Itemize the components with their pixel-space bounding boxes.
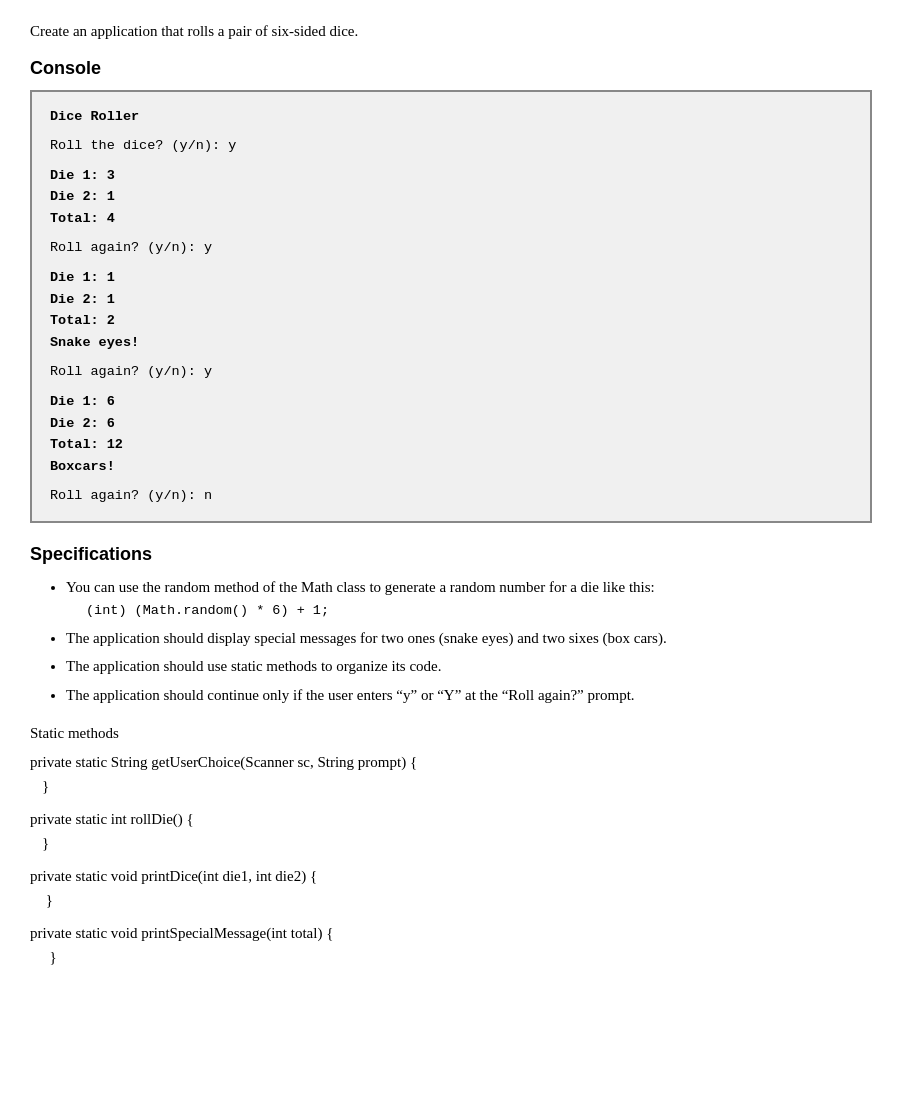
spec-item-2: The application should display special m…	[66, 627, 872, 650]
console-line-title: Dice Roller	[50, 106, 852, 128]
spec-item-1-text: You can use the random method of the Mat…	[66, 579, 655, 595]
spec-item-4: The application should continue only if …	[66, 684, 872, 707]
spec-item-4-text: The application should continue only if …	[66, 687, 635, 703]
intro-text: Create an application that rolls a pair …	[30, 20, 872, 43]
console-line-die1-r2: Die 1: 1	[50, 267, 852, 289]
console-line-total-r2: Total: 2	[50, 310, 852, 332]
static-methods-section: Static methods private static String get…	[30, 722, 872, 969]
console-box: Dice Roller Roll the dice? (y/n): y Die …	[30, 90, 872, 524]
method-printSpecialMessage-sig: private static void printSpecialMessage(…	[30, 922, 872, 945]
console-line-total-r3: Total: 12	[50, 434, 852, 456]
console-line-again1: Roll again? (y/n): y	[50, 237, 852, 259]
method-printDice-body: }	[42, 889, 872, 912]
method-printDice-sig: private static void printDice(int die1, …	[30, 865, 872, 888]
specifications-title: Specifications	[30, 541, 872, 568]
console-line-again2: Roll again? (y/n): y	[50, 361, 852, 383]
console-line-die1-r3: Die 1: 6	[50, 391, 852, 413]
method-getUserChoice-body: }	[42, 775, 872, 798]
method-getUserChoice-sig: private static String getUserChoice(Scan…	[30, 751, 872, 774]
console-line-again3: Roll again? (y/n): n	[50, 485, 852, 507]
console-line-die1-r1: Die 1: 3	[50, 165, 852, 187]
console-line-boxcars: Boxcars!	[50, 456, 852, 478]
spec-item-3: The application should use static method…	[66, 655, 872, 678]
method-rollDie-body: }	[42, 832, 872, 855]
console-line-total-r1: Total: 4	[50, 208, 852, 230]
static-methods-label: Static methods	[30, 722, 872, 745]
method-rollDie-sig: private static int rollDie() {	[30, 808, 872, 831]
console-line-die2-r1: Die 2: 1	[50, 186, 852, 208]
console-title: Console	[30, 55, 872, 82]
specifications-section: Specifications You can use the random me…	[30, 541, 872, 706]
console-line-snake-eyes: Snake eyes!	[50, 332, 852, 354]
spec-item-2-text: The application should display special m…	[66, 630, 667, 646]
specs-list: You can use the random method of the Mat…	[30, 576, 872, 706]
spec-item-1-code: (int) (Math.random() * 6) + 1;	[86, 601, 872, 621]
console-line-roll1: Roll the dice? (y/n): y	[50, 135, 852, 157]
console-line-die2-r2: Die 2: 1	[50, 289, 852, 311]
method-printSpecialMessage-body: }	[42, 946, 872, 969]
console-line-die2-r3: Die 2: 6	[50, 413, 852, 435]
spec-item-1: You can use the random method of the Mat…	[66, 576, 872, 621]
spec-item-3-text: The application should use static method…	[66, 658, 441, 674]
